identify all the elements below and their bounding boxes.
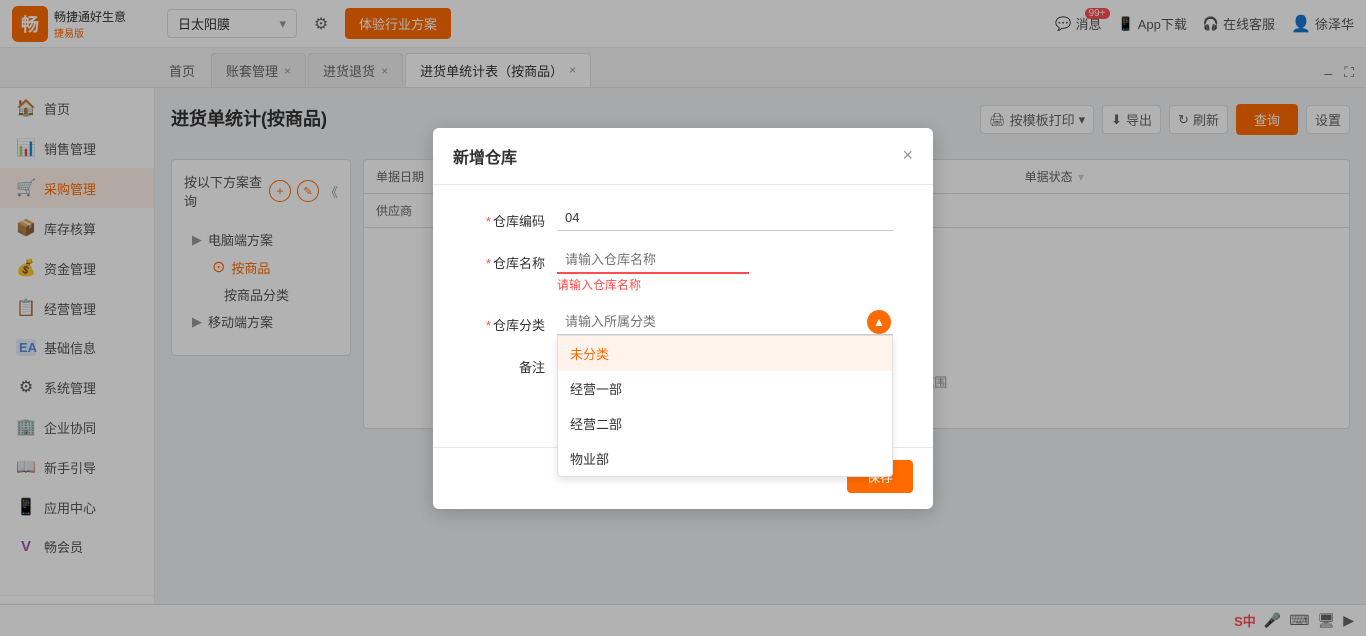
dropdown-option-ops1[interactable]: 经营一部 — [558, 371, 892, 406]
category-dropdown: 未分类 经营一部 经营二部 物业部 — [557, 335, 893, 477]
name-error-msg: 请输入仓库名称 — [557, 278, 641, 292]
form-row-code: 仓库编码 — [473, 205, 893, 231]
modal-header: 新增仓库 × — [433, 128, 933, 185]
modal-body: 仓库编码 仓库名称 请输入仓库名称 仓库分类 ▲ — [433, 185, 933, 447]
remark-label: 备注 — [473, 351, 545, 376]
name-label: 仓库名称 — [473, 247, 545, 274]
category-label: 仓库分类 — [473, 309, 545, 334]
new-warehouse-modal: 新增仓库 × 仓库编码 仓库名称 请输入仓库名称 仓库分类 — [433, 128, 933, 509]
category-input[interactable] — [557, 309, 893, 335]
category-arrow-btn[interactable]: ▲ — [867, 310, 891, 334]
form-row-category: 仓库分类 ▲ 未分类 经营一部 经营二部 物业部 — [473, 309, 893, 335]
name-error-row: 请输入仓库名称 — [473, 276, 641, 293]
modal-close-icon[interactable]: × — [902, 145, 913, 166]
modal-title: 新增仓库 — [453, 144, 517, 168]
form-row-name-inner: 仓库名称 — [473, 247, 749, 274]
form-row-name: 仓库名称 请输入仓库名称 — [473, 247, 893, 293]
dropdown-option-uncategorized[interactable]: 未分类 — [558, 336, 892, 371]
code-label: 仓库编码 — [473, 205, 545, 230]
code-input[interactable] — [557, 205, 893, 231]
category-select-wrap: ▲ 未分类 经营一部 经营二部 物业部 — [557, 309, 893, 335]
dropdown-option-property[interactable]: 物业部 — [558, 441, 892, 476]
dropdown-option-ops2[interactable]: 经营二部 — [558, 406, 892, 441]
name-input[interactable] — [557, 247, 749, 274]
modal-overlay: 新增仓库 × 仓库编码 仓库名称 请输入仓库名称 仓库分类 — [0, 0, 1366, 636]
